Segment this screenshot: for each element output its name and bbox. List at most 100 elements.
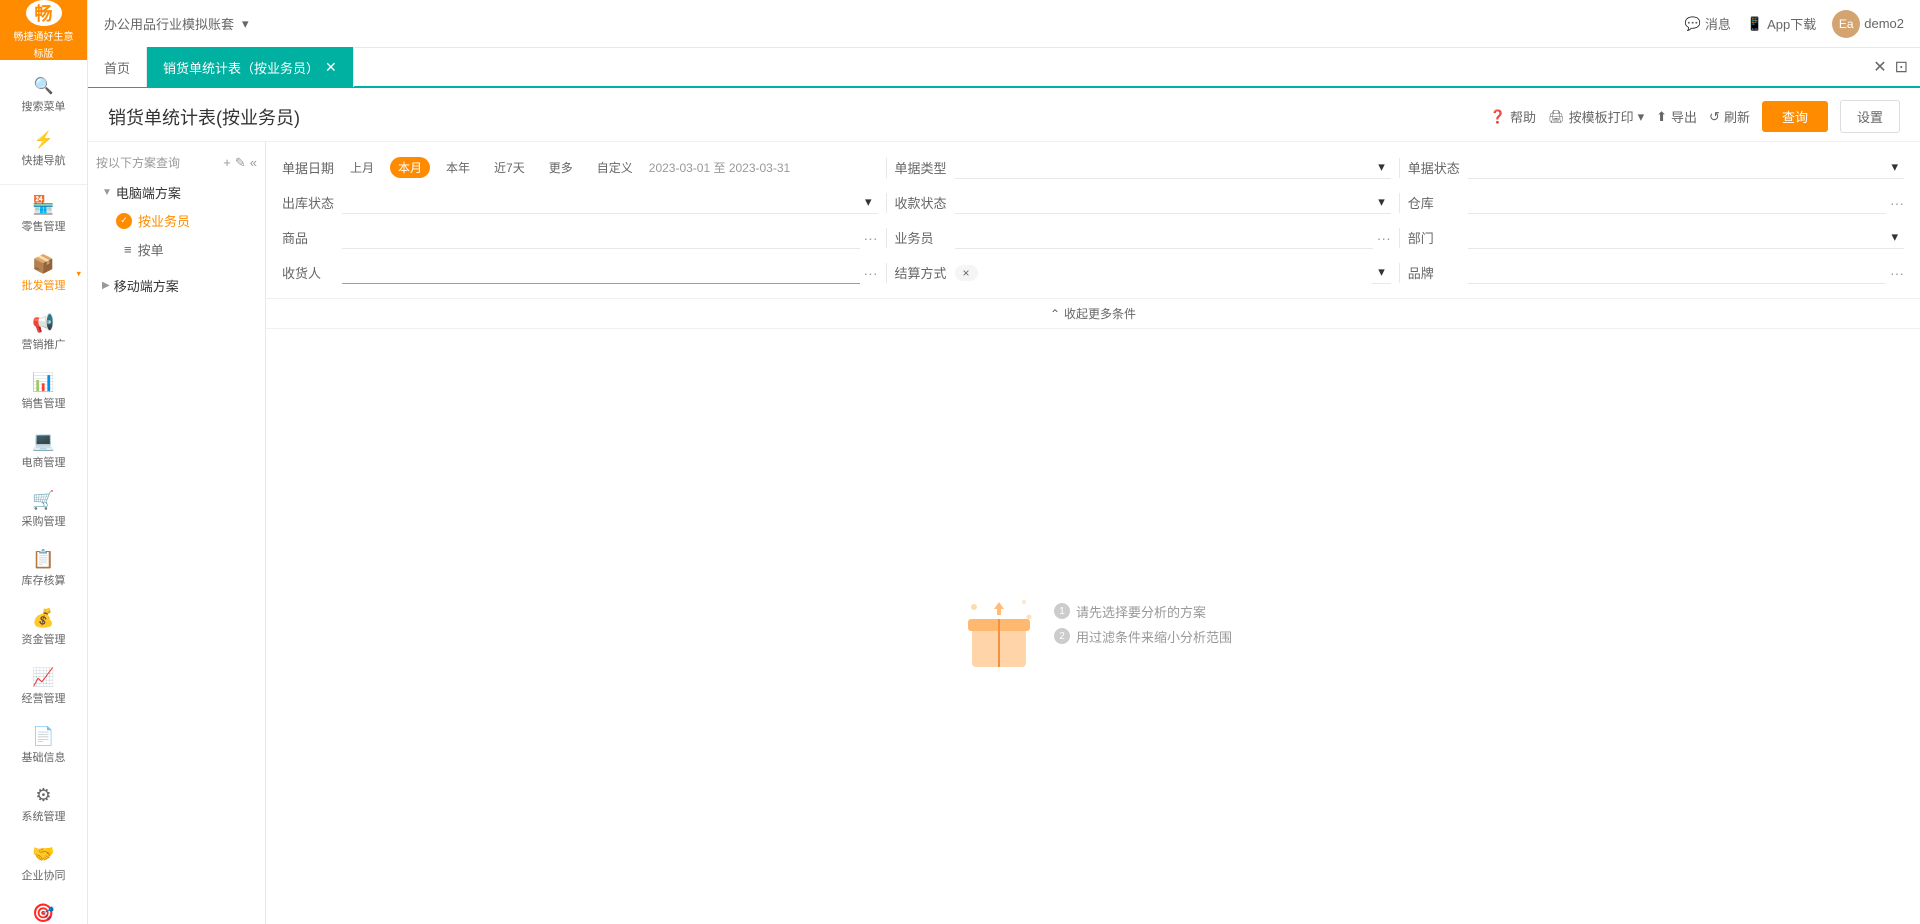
edit-scheme-btn[interactable]: ✎: [235, 155, 246, 171]
print-dropdown-icon: ▾: [1638, 109, 1645, 125]
payment-tag-close[interactable]: ×: [963, 266, 970, 280]
docstatus-select[interactable]: ▾: [1468, 156, 1904, 179]
tab-close-button[interactable]: ✕: [325, 59, 337, 76]
mobile-scheme-section: ▶ 移动端方案: [96, 272, 257, 299]
divider-5: [886, 228, 887, 248]
date-btn-more[interactable]: 更多: [541, 157, 581, 178]
logo: 畅 畅捷通好生意 标版: [0, 0, 87, 60]
date-btn-last-7-days[interactable]: 近7天: [486, 157, 533, 178]
receiptstatus-label: 收款状态: [895, 193, 955, 212]
salesperson-ellipsis-btn[interactable]: ···: [1377, 230, 1391, 246]
app-download-label: App下载: [1767, 14, 1816, 33]
sidebar-item-newbie[interactable]: 🎯 新手引导: [0, 893, 87, 924]
left-panel: 按以下方案查询 + ✎ « ▼ 电脑端方案 ✓ 按业务员: [88, 142, 266, 924]
add-scheme-btn[interactable]: +: [223, 155, 231, 171]
sidebar-item-operations[interactable]: 📈 经营管理: [0, 657, 87, 716]
docstatus-dropdown-icon: ▾: [1891, 159, 1898, 175]
sidebar-item-procurement[interactable]: 🛒 采购管理: [0, 480, 87, 539]
tab-close-all-btn[interactable]: ✕: [1873, 57, 1886, 77]
topbar-suite-title: 办公用品行业模拟账套: [104, 14, 234, 33]
topbar-dropdown-btn[interactable]: ▾: [242, 16, 249, 32]
print-btn[interactable]: 🖨 按模板打印 ▾: [1548, 107, 1644, 126]
topbar: 办公用品行业模拟账套 ▾ 💬 消息 📱 App下载 Ea demo2: [88, 0, 1920, 48]
mobile-scheme-group[interactable]: ▶ 移动端方案: [96, 272, 257, 299]
payment-tag: ×: [955, 265, 978, 281]
sales-icon: 📊: [32, 372, 54, 393]
app-download-btn[interactable]: 📱 App下载: [1747, 14, 1816, 33]
payment-select[interactable]: ▾: [1372, 261, 1391, 284]
user-profile[interactable]: Ea demo2: [1832, 10, 1904, 38]
scheme-item-by-salesperson[interactable]: ✓ 按业务员: [96, 206, 257, 235]
receiptstatus-select[interactable]: ▾: [955, 191, 1391, 214]
sidebar-item-sales[interactable]: 📊 销售管理: [0, 362, 87, 421]
sidebar-item-ecommerce[interactable]: 💻 电商管理: [0, 421, 87, 480]
sidebar-item-inventory[interactable]: 📋 库存核算: [0, 539, 87, 598]
sidebar-item-search-menu[interactable]: 🔍 搜索菜单: [0, 68, 87, 122]
newbie-icon: 🎯: [32, 903, 54, 924]
help-btn[interactable]: ❓ 帮助: [1490, 107, 1536, 126]
date-btn-this-month[interactable]: 本月: [390, 157, 430, 178]
help-label: 帮助: [1510, 107, 1536, 126]
sidebar-quick-nav-label: 快捷导航: [22, 152, 66, 168]
filter-item-docstatus: 单据状态 ▾: [1408, 156, 1904, 179]
by-order-icon: ≡: [124, 242, 132, 257]
message-label: 消息: [1705, 14, 1731, 33]
goods-input[interactable]: [342, 227, 860, 249]
warehouse-input[interactable]: [1468, 192, 1886, 214]
filter-item-salesperson: 业务员 ···: [895, 227, 1391, 249]
consignee-input[interactable]: [342, 262, 860, 284]
tab-bar-actions: ✕ ⊡: [1873, 57, 1920, 77]
app-download-icon: 📱: [1747, 16, 1763, 32]
sidebar-item-marketing[interactable]: 📢 营销推广: [0, 303, 87, 362]
consignee-ellipsis-btn[interactable]: ···: [864, 265, 878, 281]
tabbar: 首页 销货单统计表（按业务员） ✕ ✕ ⊡: [88, 48, 1920, 88]
tab-sales-report[interactable]: 销货单统计表（按业务员） ✕: [147, 47, 354, 87]
print-label: 按模板打印: [1569, 107, 1634, 126]
mobile-scheme-label: 移动端方案: [114, 276, 179, 295]
salesperson-input[interactable]: [955, 227, 1373, 249]
sidebar-item-quick-nav[interactable]: ⚡ 快捷导航: [0, 122, 87, 176]
scheme-item-by-order[interactable]: ≡ 按单: [96, 235, 257, 264]
procurement-icon: 🛒: [32, 490, 54, 511]
settings-button[interactable]: 设置: [1840, 100, 1900, 133]
query-button[interactable]: 查询: [1762, 101, 1828, 132]
goods-ellipsis-btn[interactable]: ···: [864, 230, 878, 246]
mobile-scheme-arrow: ▶: [102, 280, 110, 291]
doctype-label: 单据类型: [895, 158, 955, 177]
refresh-icon: ↺: [1709, 109, 1720, 125]
warehouse-ellipsis-btn[interactable]: ···: [1890, 195, 1904, 211]
brand-input[interactable]: [1468, 262, 1886, 284]
date-btn-this-year[interactable]: 本年: [438, 157, 478, 178]
department-label: 部门: [1408, 228, 1468, 247]
export-btn[interactable]: ⬆ 导出: [1656, 107, 1697, 126]
tab-restore-btn[interactable]: ⊡: [1895, 57, 1908, 77]
empty-text: 1 请先选择要分析的方案 2 用过滤条件来缩小分析范围: [1054, 602, 1232, 652]
sidebar-item-retail[interactable]: 🏪 零售管理: [0, 185, 87, 244]
sidebar-item-finance[interactable]: 💰 资金管理: [0, 598, 87, 657]
marketing-icon: 📢: [32, 313, 54, 334]
date-filter: 上月 本月 本年 近7天 更多 自定义 2023-03-01 至 2023-03…: [342, 157, 878, 178]
outstatus-select[interactable]: ▾: [342, 191, 878, 214]
sidebar-item-enterprise-collab[interactable]: 🤝 企业协同: [0, 834, 87, 893]
date-btn-custom[interactable]: 自定义: [589, 157, 641, 178]
doctype-select[interactable]: ▾: [955, 156, 1391, 179]
filter-row-3: 商品 ··· 业务员 ··· 部门: [282, 226, 1904, 249]
sidebar-item-basic-info[interactable]: 📄 基础信息: [0, 716, 87, 775]
topbar-left: 办公用品行业模拟账套 ▾: [104, 14, 249, 33]
date-btn-last-month[interactable]: 上月: [342, 157, 382, 178]
topbar-right: 💬 消息 📱 App下载 Ea demo2: [1685, 10, 1904, 38]
filter-row-2: 出库状态 ▾ 收款状态 ▾: [282, 191, 1904, 214]
brand-ellipsis-btn[interactable]: ···: [1890, 265, 1904, 281]
department-select[interactable]: ▾: [1468, 226, 1904, 249]
desktop-scheme-group[interactable]: ▼ 电脑端方案: [96, 179, 257, 206]
message-btn[interactable]: 💬 消息: [1685, 14, 1731, 33]
basic-info-icon: 📄: [32, 726, 54, 747]
tab-home[interactable]: 首页: [88, 47, 147, 87]
collapse-panel-btn[interactable]: «: [250, 155, 257, 171]
refresh-btn[interactable]: ↺ 刷新: [1709, 107, 1750, 126]
page-header: 销货单统计表(按业务员) ❓ 帮助 🖨 按模板打印 ▾ ⬆ 导出 ↺ 刷新: [88, 88, 1920, 142]
empty-illustration: [954, 587, 1034, 667]
sidebar-item-system[interactable]: ⚙ 系统管理: [0, 775, 87, 834]
collapse-bar[interactable]: ⌃ 收起更多条件: [266, 299, 1920, 329]
sidebar-item-wholesale[interactable]: 📦 批发管理: [0, 244, 87, 303]
